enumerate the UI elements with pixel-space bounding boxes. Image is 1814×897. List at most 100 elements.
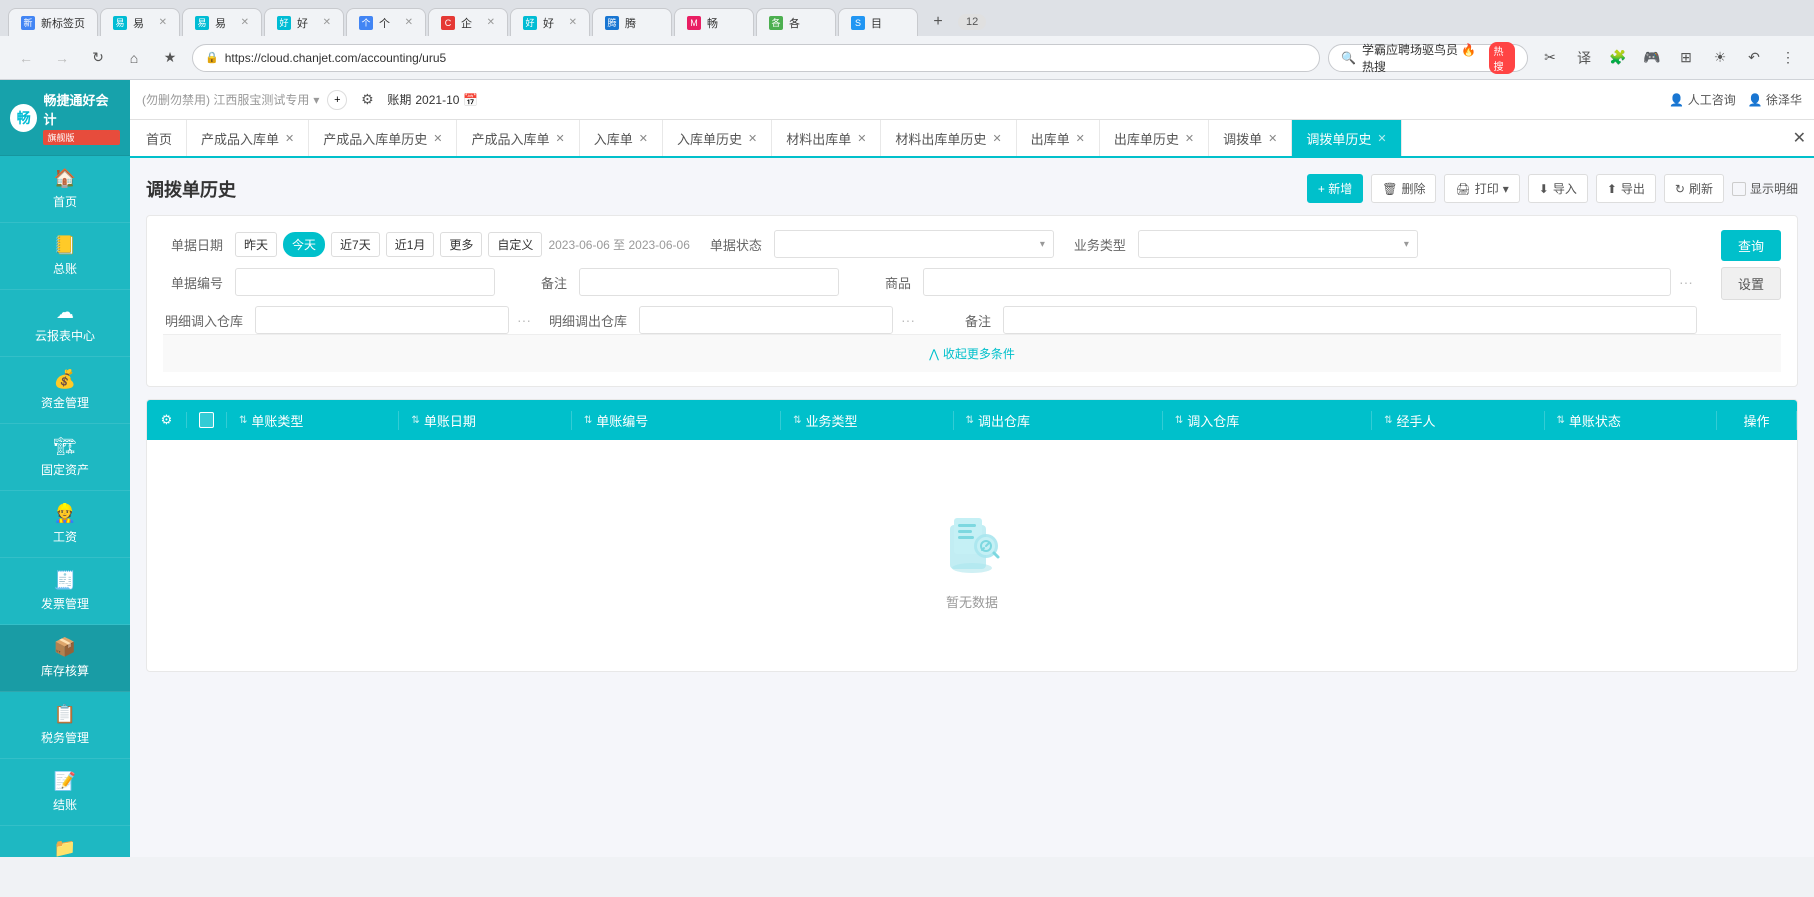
- company-settings-icon[interactable]: ⚙: [355, 88, 379, 112]
- browser-tab-7[interactable]: 好 好 ✕: [510, 8, 590, 36]
- browser-tab-11[interactable]: S 目: [838, 8, 918, 36]
- company-selector[interactable]: (勿删勿禁用) 江西服宝测试专用 ▾: [142, 91, 319, 108]
- yesterday-btn[interactable]: 昨天: [235, 232, 277, 257]
- th-settings[interactable]: ⚙: [147, 412, 187, 428]
- display-checkbox[interactable]: [1732, 182, 1746, 196]
- tab-close-7[interactable]: ✕: [992, 132, 1001, 145]
- new-tab-btn[interactable]: +: [924, 8, 952, 36]
- tab-material-out[interactable]: 材料出库单 ✕: [772, 120, 881, 157]
- th-code[interactable]: ⇅ 单账编号: [572, 411, 781, 430]
- reload-btn[interactable]: ↻: [84, 44, 112, 72]
- sidebar-item-home[interactable]: 🏠 首页: [0, 156, 130, 223]
- sidebar-item-tax[interactable]: 📋 税务管理: [0, 692, 130, 759]
- tab-transfer-order[interactable]: 调拨单 ✕: [1209, 120, 1292, 157]
- import-btn[interactable]: ⬇ 导入: [1528, 174, 1588, 203]
- detail-out-dots[interactable]: ···: [897, 312, 919, 328]
- browser-tab-1[interactable]: 新 新标签页: [8, 8, 98, 36]
- user-avatar[interactable]: 👤 徐泽华: [1748, 91, 1802, 108]
- tab-close-1[interactable]: ✕: [285, 132, 294, 145]
- th-in-wh[interactable]: ⇅ 调入仓库: [1163, 411, 1372, 430]
- tab-close-9[interactable]: ✕: [1185, 132, 1194, 145]
- goods-dots[interactable]: ···: [1675, 274, 1697, 290]
- sidebar-item-invoice[interactable]: 🧾 发票管理: [0, 558, 130, 625]
- custom-btn[interactable]: 自定义: [488, 232, 542, 257]
- browser-tab-8[interactable]: 腾 腾: [592, 8, 672, 36]
- note-input[interactable]: [1003, 306, 1697, 334]
- grid-btn[interactable]: ⊞: [1672, 44, 1700, 72]
- sidebar-item-inventory[interactable]: 📦 库存核算: [0, 625, 130, 692]
- menu-btn[interactable]: ⋮: [1774, 44, 1802, 72]
- tab-finished-goods-in-history[interactable]: 产成品入库单历史 ✕: [309, 120, 457, 157]
- period-selector[interactable]: 账期 2021-10 📅: [387, 91, 478, 108]
- more-btn[interactable]: 更多: [440, 232, 482, 257]
- game-btn[interactable]: 🎮: [1638, 44, 1666, 72]
- sidebar-item-funds[interactable]: 💰 资金管理: [0, 357, 130, 424]
- browser-tab-9[interactable]: M 畅: [674, 8, 754, 36]
- select-all-checkbox[interactable]: [199, 412, 214, 428]
- home-btn[interactable]: ⌂: [120, 44, 148, 72]
- print-btn[interactable]: 🖨 打印 ▾: [1444, 174, 1519, 203]
- tab-in-order-history[interactable]: 入库单历史 ✕: [663, 120, 772, 157]
- tab-finished-goods-in2[interactable]: 产成品入库单 ✕: [457, 120, 579, 157]
- search-bar[interactable]: 🔍 学霸应聘场驱鸟员 🔥 热搜 热搜: [1328, 44, 1528, 72]
- forward-btn[interactable]: →: [48, 44, 76, 72]
- translate-btn[interactable]: 译: [1570, 44, 1598, 72]
- th-date[interactable]: ⇅ 单账日期: [399, 411, 571, 430]
- tab-finished-goods-in[interactable]: 产成品入库单 ✕: [187, 120, 309, 157]
- sidebar-item-cloud-report[interactable]: ☁ 云报表中心: [0, 290, 130, 357]
- star-btn[interactable]: ★: [156, 44, 184, 72]
- last7-btn[interactable]: 近7天: [331, 232, 380, 257]
- sidebar-item-archive[interactable]: 📁 归档管理: [0, 826, 130, 857]
- tab-close-10[interactable]: ✕: [1268, 132, 1277, 145]
- status-select[interactable]: ▾: [774, 230, 1054, 258]
- th-out-wh[interactable]: ⇅ 调出仓库: [954, 411, 1163, 430]
- sidebar-item-ledger[interactable]: 📒 总账: [0, 223, 130, 290]
- query-btn[interactable]: 查询: [1721, 230, 1781, 261]
- back-btn[interactable]: ←: [12, 44, 40, 72]
- scissors-btn[interactable]: ✂: [1536, 44, 1564, 72]
- new-btn[interactable]: + 新增: [1307, 174, 1363, 203]
- tab-close-4[interactable]: ✕: [639, 132, 648, 145]
- export-btn[interactable]: ⬆ 导出: [1596, 174, 1656, 203]
- tab-out-order[interactable]: 出库单 ✕: [1017, 120, 1100, 157]
- browser-tab-3[interactable]: 易 易 ✕: [182, 8, 262, 36]
- tab-in-order[interactable]: 入库单 ✕: [580, 120, 663, 157]
- tab-material-out-history[interactable]: 材料出库单历史 ✕: [881, 120, 1016, 157]
- history-btn[interactable]: ↶: [1740, 44, 1768, 72]
- sidebar-item-salary[interactable]: 👷 工资: [0, 491, 130, 558]
- browser-tab-6[interactable]: C 企 ✕: [428, 8, 508, 36]
- address-bar[interactable]: 🔒 https://cloud.chanjet.com/accounting/u…: [192, 44, 1320, 72]
- detail-out-input[interactable]: [639, 306, 893, 334]
- add-company-btn[interactable]: +: [327, 90, 347, 110]
- collapse-btn[interactable]: ⋀ 收起更多条件: [929, 341, 1015, 366]
- sidebar-item-fixed-assets[interactable]: 🏗 固定资产: [0, 424, 130, 491]
- delete-btn[interactable]: 🗑 删除: [1371, 174, 1436, 203]
- th-biz-type[interactable]: ⇅ 业务类型: [781, 411, 953, 430]
- browser-tab-10[interactable]: 各 各: [756, 8, 836, 36]
- browser-tab-4[interactable]: 好 好 ✕: [264, 8, 344, 36]
- detail-in-dots[interactable]: ···: [513, 312, 535, 328]
- tab-transfer-order-history[interactable]: 调拨单历史 ✕: [1292, 120, 1401, 157]
- filter-settings-btn[interactable]: 设置: [1721, 267, 1781, 300]
- browser-tab-2[interactable]: 易 易 ✕: [100, 8, 180, 36]
- last-month-btn[interactable]: 近1月: [386, 232, 435, 257]
- today-btn[interactable]: 今天: [283, 232, 325, 257]
- biz-type-select[interactable]: ▾: [1138, 230, 1418, 258]
- theme-btn[interactable]: ☀: [1706, 44, 1734, 72]
- th-handler[interactable]: ⇅ 经手人: [1372, 411, 1544, 430]
- browser-tab-5[interactable]: 个 个 ✕: [346, 8, 426, 36]
- th-type[interactable]: ⇅ 单账类型: [227, 411, 399, 430]
- tab-close-8[interactable]: ✕: [1076, 132, 1085, 145]
- tab-home[interactable]: 首页: [130, 120, 187, 157]
- doc-no-input[interactable]: [235, 268, 495, 296]
- th-checkbox[interactable]: [187, 412, 227, 428]
- service-link[interactable]: 👤 人工咨询: [1669, 91, 1735, 108]
- tab-close-11[interactable]: ✕: [1377, 132, 1386, 145]
- refresh-btn[interactable]: ↻ 刷新: [1664, 174, 1724, 203]
- remark-input[interactable]: [579, 268, 839, 296]
- sidebar-item-close[interactable]: 📝 结账: [0, 759, 130, 826]
- tab-close-6[interactable]: ✕: [857, 132, 866, 145]
- tab-close-5[interactable]: ✕: [748, 132, 757, 145]
- tab-close-3[interactable]: ✕: [556, 132, 565, 145]
- detail-in-input[interactable]: [255, 306, 509, 334]
